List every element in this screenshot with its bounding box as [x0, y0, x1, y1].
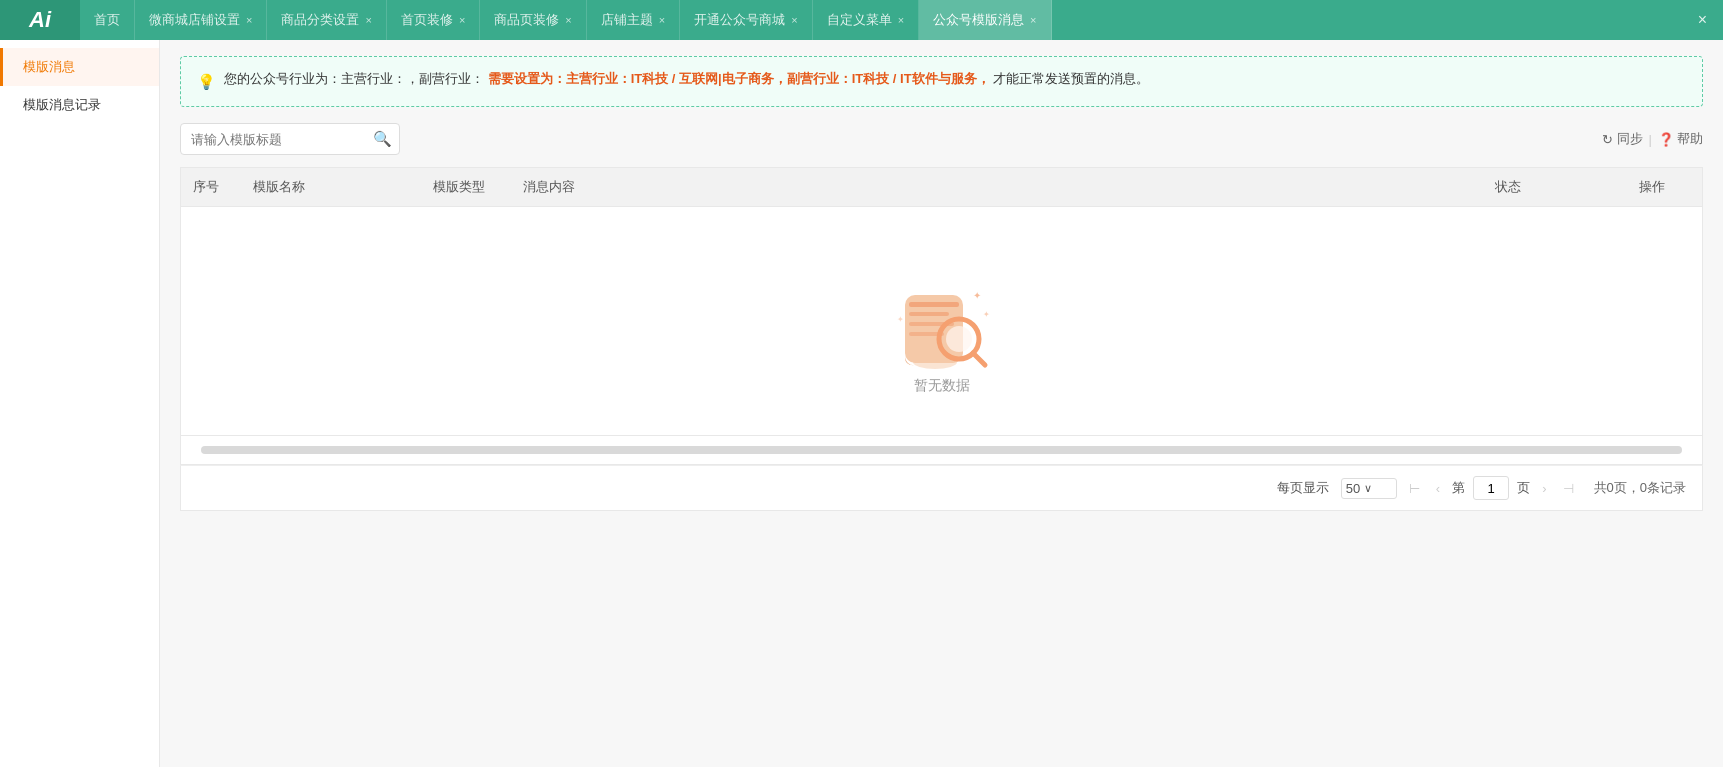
help-label: 帮助	[1677, 130, 1703, 148]
empty-text: 暂无数据	[914, 377, 970, 395]
search-icon[interactable]: 🔍	[373, 130, 392, 148]
nav-tab-3[interactable]: 首页装修 ×	[387, 0, 480, 40]
svg-text:✦: ✦	[897, 315, 904, 324]
sidebar-item-0[interactable]: 模版消息	[0, 48, 159, 86]
table-col-5: 操作	[1603, 168, 1703, 207]
nav-tab-label-6: 开通公众号商城	[694, 11, 785, 29]
nav-tab-7[interactable]: 自定义菜单 ×	[813, 0, 919, 40]
notice-icon: 💡	[197, 70, 216, 94]
help-button[interactable]: ❓ 帮助	[1658, 130, 1703, 148]
svg-rect-2	[909, 302, 959, 307]
top-nav: Ai 首页微商城店铺设置×商品分类设置×首页装修×商品页装修×店铺主题×开通公众…	[0, 0, 1723, 40]
empty-row: ✦ ✦ ✦ 暂无数据	[181, 207, 1703, 436]
search-input-wrap: 🔍	[180, 123, 400, 155]
nav-tab-label-5: 店铺主题	[601, 11, 653, 29]
nav-tab-label-0: 首页	[94, 11, 120, 29]
nav-tab-1[interactable]: 微商城店铺设置 ×	[135, 0, 267, 40]
table-header: 序号模版名称模版类型消息内容状态操作	[181, 168, 1703, 207]
svg-text:✦: ✦	[983, 310, 990, 319]
nav-tab-label-4: 商品页装修	[494, 11, 559, 29]
nav-tab-close-5[interactable]: ×	[659, 14, 665, 26]
sync-label: 同步	[1617, 130, 1643, 148]
page-size-label: 每页显示	[1277, 479, 1329, 497]
nav-tab-label-3: 首页装修	[401, 11, 453, 29]
svg-text:✦: ✦	[973, 290, 981, 301]
nav-tab-close-6[interactable]: ×	[791, 14, 797, 26]
sync-icon: ↻	[1602, 132, 1613, 147]
nav-tab-close-8[interactable]: ×	[1030, 14, 1036, 26]
nav-tab-6[interactable]: 开通公众号商城 ×	[680, 0, 812, 40]
nav-tab-8[interactable]: 公众号模版消息 ×	[919, 0, 1051, 40]
table-col-1: 模版名称	[241, 168, 421, 207]
nav-tab-close-2[interactable]: ×	[365, 14, 371, 26]
search-input[interactable]	[180, 123, 400, 155]
next-page-button[interactable]: ›	[1538, 479, 1550, 498]
nav-tab-4[interactable]: 商品页装修 ×	[480, 0, 586, 40]
table-col-0: 序号	[181, 168, 241, 207]
table-col-2: 模版类型	[421, 168, 511, 207]
nav-tab-0[interactable]: 首页	[80, 0, 135, 40]
page-size-select[interactable]: 50 ∨	[1341, 478, 1397, 499]
last-page-button[interactable]: ⊣	[1559, 479, 1578, 498]
search-actions: ↻ 同步 | ❓ 帮助	[1602, 130, 1703, 148]
sync-button[interactable]: ↻ 同步	[1602, 130, 1643, 148]
nav-tab-label-1: 微商城店铺设置	[149, 11, 240, 29]
nav-tab-label-8: 公众号模版消息	[933, 11, 1024, 29]
empty-illustration: ✦ ✦ ✦	[887, 267, 997, 377]
horizontal-scrollbar[interactable]	[201, 446, 1682, 454]
notice-text: 您的公众号行业为：主营行业：，副营行业： 需要设置为：主营行业：IT科技 / 互…	[224, 69, 1149, 90]
nav-tab-close-1[interactable]: ×	[246, 14, 252, 26]
svg-line-7	[973, 353, 985, 365]
table-body: ✦ ✦ ✦ 暂无数据	[181, 207, 1703, 436]
nav-tab-label-2: 商品分类设置	[281, 11, 359, 29]
table-col-4: 状态	[1483, 168, 1603, 207]
nav-tab-5[interactable]: 店铺主题 ×	[587, 0, 680, 40]
main-layout: 模版消息模版消息记录 💡 您的公众号行业为：主营行业：，副营行业： 需要设置为：…	[0, 40, 1723, 767]
empty-state: ✦ ✦ ✦ 暂无数据	[181, 207, 1702, 435]
nav-tab-label-7: 自定义菜单	[827, 11, 892, 29]
help-icon: ❓	[1658, 132, 1674, 147]
page-number-input[interactable]	[1473, 476, 1509, 500]
prev-page-button[interactable]: ‹	[1432, 479, 1444, 498]
page-label-after: 页	[1517, 479, 1530, 497]
toolbar-divider: |	[1649, 132, 1652, 147]
page-label-before: 第	[1452, 479, 1465, 497]
logo: Ai	[0, 0, 80, 40]
table-col-3: 消息内容	[511, 168, 1483, 207]
content-area: 💡 您的公众号行业为：主营行业：，副营行业： 需要设置为：主营行业：IT科技 /…	[160, 40, 1723, 767]
notice-highlight: 需要设置为：主营行业：IT科技 / 互联网|电子商务，副营行业：IT科技 / I…	[488, 71, 990, 86]
page-size-value: 50	[1346, 481, 1360, 496]
page-total: 共0页，0条记录	[1594, 479, 1686, 497]
sidebar: 模版消息模版消息记录	[0, 40, 160, 767]
nav-tab-2[interactable]: 商品分类设置 ×	[267, 0, 386, 40]
pagination-bar: 每页显示 50 ∨ ⊢ ‹ 第 页 › ⊣ 共0页，0条记录	[180, 465, 1703, 511]
nav-tab-close-7[interactable]: ×	[898, 14, 904, 26]
nav-tab-close-3[interactable]: ×	[459, 14, 465, 26]
sidebar-item-1[interactable]: 模版消息记录	[0, 86, 159, 124]
tabs-container: 首页微商城店铺设置×商品分类设置×首页装修×商品页装修×店铺主题×开通公众号商城…	[80, 0, 1682, 40]
table-header-row: 序号模版名称模版类型消息内容状态操作	[181, 168, 1703, 207]
data-table: 序号模版名称模版类型消息内容状态操作	[180, 167, 1703, 436]
page-size-chevron-icon: ∨	[1364, 482, 1372, 495]
nav-tab-close-4[interactable]: ×	[565, 14, 571, 26]
svg-rect-3	[909, 312, 949, 316]
search-bar: 🔍 ↻ 同步 | ❓ 帮助	[180, 123, 1703, 155]
first-page-button[interactable]: ⊢	[1405, 479, 1424, 498]
global-close-button[interactable]: ×	[1682, 11, 1723, 29]
notice-box: 💡 您的公众号行业为：主营行业：，副营行业： 需要设置为：主营行业：IT科技 /…	[180, 56, 1703, 107]
scrollbar-row	[180, 436, 1703, 465]
svg-point-8	[946, 326, 972, 352]
